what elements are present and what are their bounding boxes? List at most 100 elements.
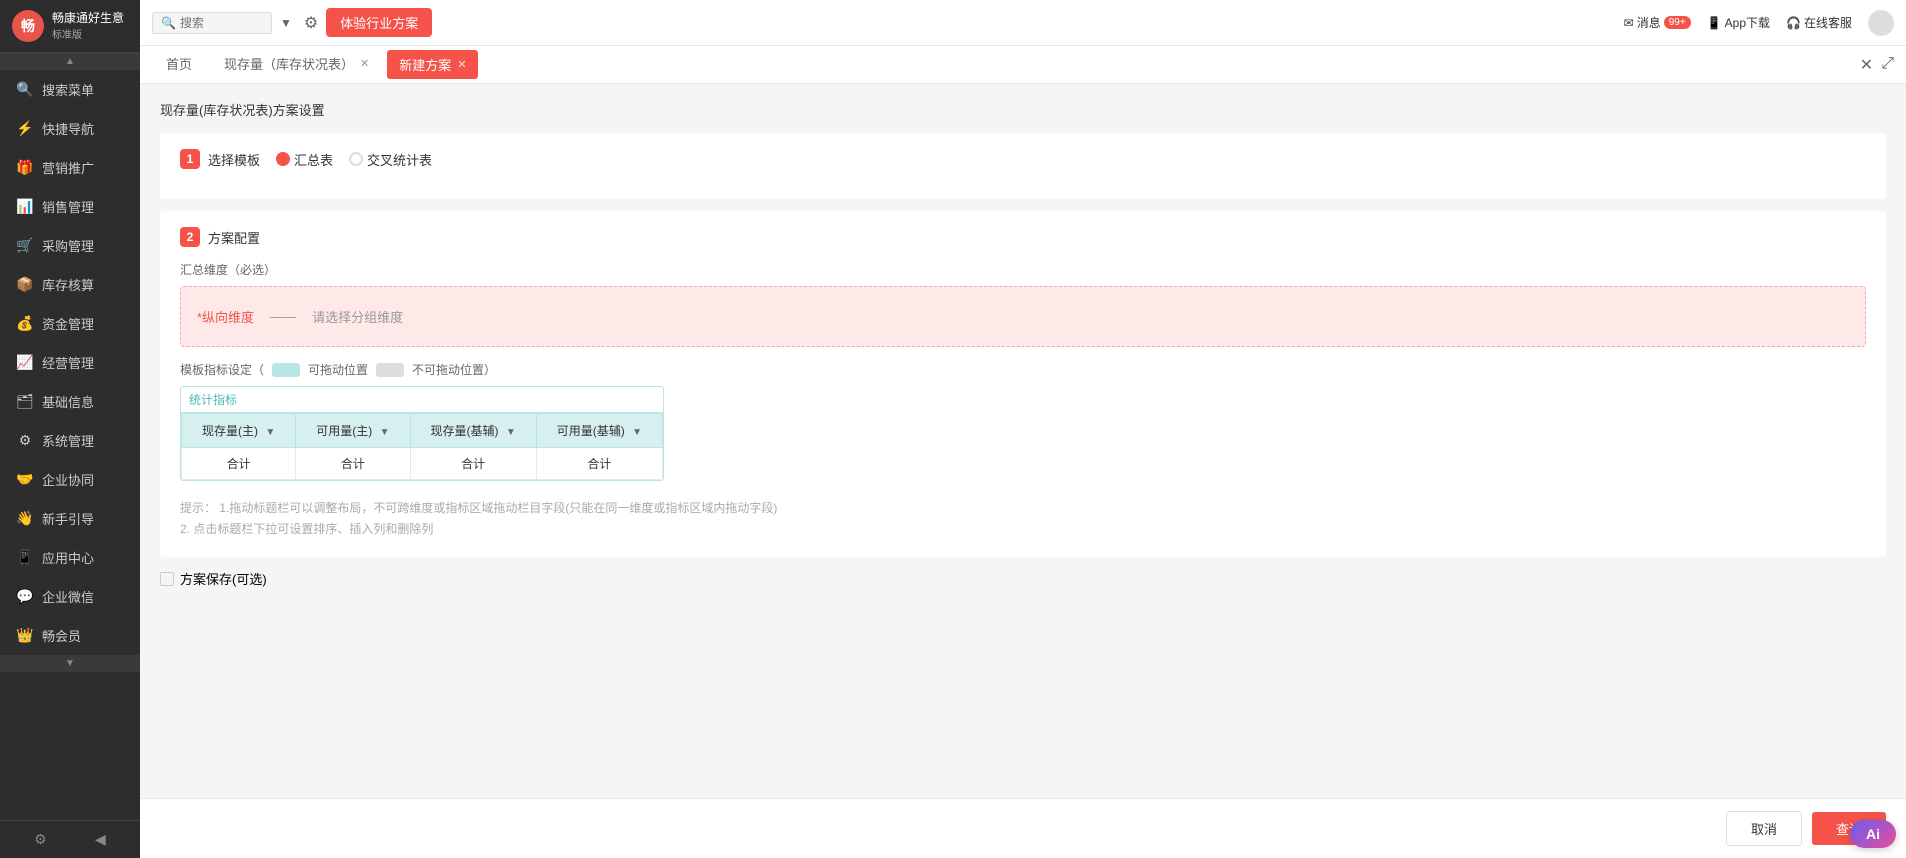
appstore-icon: 📱 <box>16 549 34 567</box>
avatar <box>1868 10 1894 36</box>
sidebar-item-search[interactable]: 🔍 搜索菜单 <box>0 70 140 109</box>
sidebar-item-nav[interactable]: ⚡ 快捷导航 <box>0 109 140 148</box>
sidebar-scroll-up[interactable]: ▲ <box>0 53 140 70</box>
tab-new-scheme[interactable]: 新建方案 ✕ <box>387 50 478 79</box>
dim-arrow: —— <box>270 309 296 324</box>
search-input[interactable] <box>180 16 260 30</box>
collapse-button[interactable]: ◀ <box>95 831 106 848</box>
page-content: 现存量(库存状况表)方案设置 1 选择模板 汇总表 交叉统计表 <box>140 84 1906 858</box>
step1-title: 选择模板 <box>208 150 260 169</box>
wechat-icon: 💬 <box>16 588 34 606</box>
save-option: 方案保存(可选) <box>160 569 1886 588</box>
app-download-icon: 📱 <box>1707 16 1722 30</box>
settings-button[interactable]: ⚙ <box>34 831 47 848</box>
sidebar-item-purchase[interactable]: 🛒 采购管理 <box>0 226 140 265</box>
dim-placeholder: 请选择分组维度 <box>312 307 403 326</box>
operations-icon: 📈 <box>16 354 34 372</box>
col-header-2[interactable]: 现存量(基辅) ▼ <box>410 414 536 448</box>
sidebar-item-label: 营销推广 <box>42 158 94 177</box>
ai-button[interactable]: Ai <box>1850 820 1896 848</box>
col-chevron-3: ▼ <box>632 427 642 438</box>
app-download-button[interactable]: 📱 App下载 <box>1707 14 1770 31</box>
cell-0-0: 合计 <box>182 448 296 480</box>
radio-summary[interactable]: 汇总表 <box>276 150 333 169</box>
sidebar-item-marketing[interactable]: 🎁 营销推广 <box>0 148 140 187</box>
tab-expand-icon[interactable]: ⤢ <box>1881 55 1894 75</box>
sidebar-item-vip[interactable]: 👑 畅会员 <box>0 616 140 655</box>
col-header-0[interactable]: 现存量(主) ▼ <box>182 414 296 448</box>
vip-icon: 👑 <box>16 627 34 645</box>
step2-section: 2 方案配置 汇总维度（必选） *纵向维度 —— 请选择分组维度 模板指标设定（… <box>160 211 1886 557</box>
col-header-1[interactable]: 可用量(主) ▼ <box>296 414 410 448</box>
dim-required-label: 汇总维度（必选） <box>180 261 1866 278</box>
sidebar-scroll-down[interactable]: ▼ <box>0 655 140 672</box>
sidebar-item-label: 系统管理 <box>42 431 94 450</box>
stats-section-label: 统计指标 <box>181 387 663 413</box>
search-icon: 🔍 <box>161 16 176 30</box>
sidebar-item-wechat[interactable]: 💬 企业微信 <box>0 577 140 616</box>
save-option-label: 方案保存(可选) <box>180 569 267 588</box>
indicator-config-row: 模板指标设定（ 可拖动位置 不可拖动位置） <box>180 361 1866 378</box>
tab-new-scheme-close[interactable]: ✕ <box>457 58 466 71</box>
system-icon: ⚙ <box>16 432 34 450</box>
sidebar-item-enterprise[interactable]: 🤝 企业协同 <box>0 460 140 499</box>
dim-required-area[interactable]: *纵向维度 —— 请选择分组维度 <box>180 286 1866 347</box>
settings-gear-icon[interactable]: ⚙ <box>304 13 318 33</box>
stats-section: 统计指标 现存量(主) ▼ 可用量(主) ▼ <box>180 386 664 481</box>
sidebar-item-system[interactable]: ⚙ 系统管理 <box>0 421 140 460</box>
col-chevron-1: ▼ <box>380 427 390 438</box>
sales-icon: 📊 <box>16 198 34 216</box>
message-icon: ✉ <box>1624 16 1634 30</box>
inventory-icon: 📦 <box>16 276 34 294</box>
tips-section: 提示： 1.拖动标题栏可以调整布局，不可跨维度或指标区域拖动栏目字段(只能在同一… <box>180 499 1866 537</box>
sidebar-item-appstore[interactable]: 📱 应用中心 <box>0 538 140 577</box>
sidebar-item-label: 基础信息 <box>42 392 94 411</box>
app-version: 标准版 <box>52 26 124 41</box>
sidebar-footer: ⚙ ◀ <box>0 820 140 858</box>
step2-title: 方案配置 <box>208 228 260 247</box>
sidebar-item-basic[interactable]: 🗂 基础信息 <box>0 382 140 421</box>
sidebar-item-label: 采购管理 <box>42 236 94 255</box>
tabs-bar: 首页 现存量（库存状况表） ✕ 新建方案 ✕ ✕ ⤢ <box>140 46 1906 84</box>
tab-home[interactable]: 首页 <box>152 46 206 83</box>
tab-actions: ✕ ⤢ <box>1860 55 1894 75</box>
basic-icon: 🗂 <box>16 393 34 411</box>
search-dropdown-icon[interactable]: ▼ <box>280 16 292 30</box>
sidebar-item-label: 资金管理 <box>42 314 94 333</box>
sidebar-item-newbie[interactable]: 👋 新手引导 <box>0 499 140 538</box>
app-name: 畅康通好生意 <box>52 11 124 27</box>
trial-button[interactable]: 体验行业方案 <box>326 8 432 37</box>
sidebar-logo: 畅 畅康通好生意 标准版 <box>0 0 140 53</box>
customer-service-button[interactable]: 🎧 在线客服 <box>1786 14 1852 31</box>
app-name-block: 畅康通好生意 标准版 <box>52 11 124 42</box>
service-label: 在线客服 <box>1804 14 1852 31</box>
sidebar-item-inventory[interactable]: 📦 库存核算 <box>0 265 140 304</box>
app-download-label: App下载 <box>1725 14 1770 31</box>
cell-0-3: 合计 <box>536 448 662 480</box>
tab-inventory-close[interactable]: ✕ <box>360 57 369 70</box>
stats-table: 现存量(主) ▼ 可用量(主) ▼ 现存量(基辅) ▼ <box>181 413 663 480</box>
tip-line-1: 2. 点击标题栏下拉可设置排序、插入列和删除列 <box>180 520 1866 537</box>
save-checkbox[interactable] <box>160 572 174 586</box>
sidebar-item-finance[interactable]: 💰 资金管理 <box>0 304 140 343</box>
col-header-3[interactable]: 可用量(基辅) ▼ <box>536 414 662 448</box>
footer-actions: 取消 查询 <box>140 798 1906 858</box>
drag-indicator <box>272 363 300 377</box>
search-box[interactable]: 🔍 <box>152 12 272 34</box>
sidebar-item-operations[interactable]: 📈 经营管理 <box>0 343 140 382</box>
radio-cross-label: 交叉统计表 <box>367 150 432 169</box>
col-chevron-2: ▼ <box>506 427 516 438</box>
sidebar-item-label: 企业微信 <box>42 587 94 606</box>
sidebar-item-sales[interactable]: 📊 销售管理 <box>0 187 140 226</box>
messages-badge: 99+ <box>1664 16 1691 29</box>
tab-close-all-icon[interactable]: ✕ <box>1860 55 1873 75</box>
sidebar-item-label: 经营管理 <box>42 353 94 372</box>
tab-inventory[interactable]: 现存量（库存状况表） ✕ <box>210 46 383 83</box>
messages-button[interactable]: ✉ 消息 99+ <box>1624 14 1691 31</box>
radio-cross[interactable]: 交叉统计表 <box>349 150 432 169</box>
cancel-button[interactable]: 取消 <box>1726 811 1802 846</box>
cell-0-1: 合计 <box>296 448 410 480</box>
user-profile-button[interactable] <box>1868 10 1894 36</box>
sidebar: 畅 畅康通好生意 标准版 ▲ 🔍 搜索菜单 ⚡ 快捷导航 🎁 营销推广 📊 销售… <box>0 0 140 858</box>
step1-badge: 1 <box>180 149 200 169</box>
